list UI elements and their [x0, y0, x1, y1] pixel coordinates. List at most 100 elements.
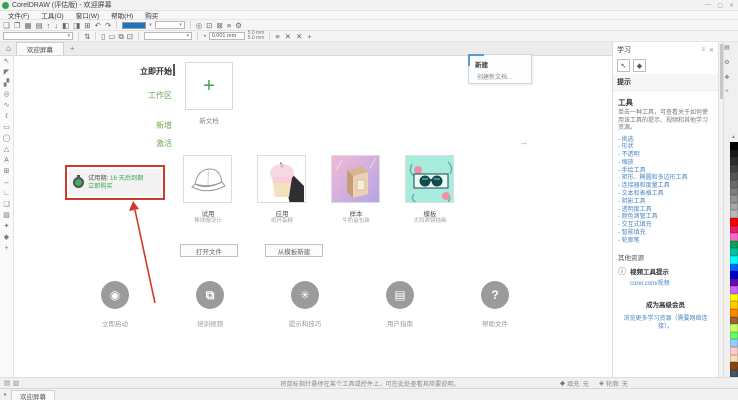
save-icon[interactable]: ▦ — [24, 21, 31, 30]
resource-icon[interactable]: ⧉ — [196, 281, 224, 309]
nav-get-started[interactable]: 立即开始 — [114, 66, 172, 77]
palette-swatch[interactable] — [730, 339, 738, 347]
palette-swatch[interactable] — [730, 157, 738, 165]
palette-swatch[interactable] — [730, 324, 738, 332]
palette-swatch[interactable] — [730, 218, 738, 226]
import-icon[interactable]: ↓ — [54, 21, 58, 30]
close-button[interactable]: ✕ — [729, 2, 734, 9]
zoom-tool-icon[interactable]: ◎ — [196, 21, 203, 30]
template-card-cap[interactable] — [183, 155, 232, 203]
docker-menu-icon[interactable]: ≡ — [701, 47, 705, 54]
text-tool[interactable]: A — [1, 157, 13, 165]
ellipse-tool[interactable]: ◯ — [1, 135, 13, 143]
status-icon[interactable]: ▤ — [4, 379, 10, 387]
nav-activate[interactable]: 激活 — [114, 138, 172, 149]
docker-add-icon[interactable]: + — [725, 89, 729, 95]
duplicate-y-value[interactable]: 5.0 mm — [248, 36, 265, 41]
palette-swatch[interactable] — [730, 347, 738, 355]
page-nav-icon[interactable]: ▸ — [0, 391, 11, 398]
pick-tool-icon[interactable]: ↖ — [617, 59, 630, 72]
template-card-carton[interactable] — [331, 155, 380, 203]
shape-tool[interactable]: ◤ — [1, 69, 13, 77]
crop-tool[interactable]: ▞ — [1, 80, 13, 88]
bottom-tab-welcome-screen[interactable]: 欢迎屏幕 — [11, 390, 55, 400]
docker-tool-link[interactable]: 轮廓笔 — [618, 238, 713, 246]
docker-tool-link[interactable]: 文本和表格工具 — [618, 191, 713, 199]
nudge-distance-field[interactable]: 0.001 mm — [209, 32, 245, 40]
dimension-tool[interactable]: ↔ — [1, 179, 13, 187]
eyedropper-icon[interactable]: ◆ — [633, 59, 646, 72]
palette-swatch[interactable] — [730, 286, 738, 294]
fill-color-swatch[interactable] — [122, 22, 146, 29]
palette-swatch[interactable] — [730, 203, 738, 211]
launch-icon[interactable]: ◉ 立即启动 — [80, 281, 150, 328]
pick-tool[interactable]: ↖ — [1, 58, 13, 66]
artistic-media-tool[interactable]: ℓ — [1, 113, 13, 121]
snap-off-icon[interactable]: ✕ — [285, 32, 291, 41]
docker-tab-settings-icon[interactable]: ⚙ — [724, 59, 729, 66]
docker-tool-link[interactable]: 连接器和度量工具 — [618, 183, 713, 191]
table-tool[interactable]: ⊞ — [1, 168, 13, 176]
constrain-icon[interactable]: ✕ — [296, 32, 302, 41]
new-document-card[interactable]: + — [185, 62, 233, 110]
palette-swatch[interactable] — [730, 241, 738, 249]
export-icon[interactable]: ↑ — [47, 21, 51, 30]
new-from-template-button[interactable]: 从模板新建 — [265, 244, 323, 257]
landscape-icon[interactable]: ▭ — [108, 32, 115, 41]
menu-item[interactable]: 工具(O) — [36, 10, 68, 20]
palette-swatch[interactable] — [730, 180, 738, 188]
redo-icon[interactable]: ↷ — [105, 21, 111, 30]
open-icon[interactable]: ❐ — [14, 21, 21, 30]
info-link[interactable]: corel.com/视频 — [630, 276, 670, 287]
palette-swatch[interactable] — [730, 172, 738, 180]
color-eyedropper-tool[interactable]: ✦ — [1, 223, 13, 231]
palette-swatch[interactable] — [730, 188, 738, 196]
settings-icon[interactable]: ⚙ — [235, 21, 242, 30]
drop-shadow-tool[interactable]: ❑ — [1, 201, 13, 209]
template-card-cupcake[interactable] — [257, 155, 306, 203]
carousel-next-icon[interactable]: → — [519, 137, 528, 147]
freehand-tool[interactable]: ∿ — [1, 102, 13, 110]
palette-scroll-up-icon[interactable]: ▲ — [731, 134, 736, 140]
palette-swatch[interactable] — [730, 294, 738, 302]
interactive-fill-tool[interactable]: ◆ — [1, 234, 13, 242]
current-page-icon[interactable]: ⊡ — [127, 32, 133, 41]
palette-swatch[interactable] — [730, 355, 738, 363]
grid-icon[interactable]: ⊠ — [217, 21, 223, 30]
palette-swatch[interactable] — [730, 317, 738, 325]
palette-swatch[interactable] — [730, 332, 738, 340]
palette-swatch[interactable] — [730, 226, 738, 234]
copy-icon[interactable]: ◨ — [73, 21, 80, 30]
palette-swatch[interactable] — [730, 248, 738, 256]
new-tab-button[interactable]: + — [64, 44, 81, 55]
minimize-button[interactable]: — — [705, 2, 711, 9]
palette-swatch[interactable] — [730, 165, 738, 173]
paste-icon[interactable]: ⊞ — [84, 21, 90, 30]
resource-icon[interactable]: ✳ — [291, 281, 319, 309]
add-property-icon[interactable]: + — [307, 32, 311, 41]
docker-tool-link[interactable]: 形状 — [618, 144, 713, 152]
palette-swatch[interactable] — [730, 142, 738, 150]
member-link[interactable]: 浏览更多学习资源（需要网络连接）。 — [613, 311, 718, 335]
palette-swatch[interactable] — [730, 362, 738, 370]
page-layout-icon[interactable]: ⇅ — [84, 32, 90, 41]
print-icon[interactable]: ▤ — [36, 21, 43, 30]
help-files-icon[interactable]: ? 帮助文件 — [460, 281, 530, 328]
menu-item[interactable]: 窗口(W) — [71, 10, 104, 20]
palette-swatch[interactable] — [730, 195, 738, 203]
nav-whats-new[interactable]: 新增 — [114, 120, 172, 131]
portrait-icon[interactable]: ▯ — [101, 32, 105, 41]
cut-icon[interactable]: ◧ — [62, 21, 69, 30]
status-icon[interactable]: ▥ — [13, 379, 19, 387]
docker-tool-link[interactable]: 阴影工具 — [618, 199, 713, 207]
palette-swatch[interactable] — [730, 210, 738, 218]
user-guide-icon[interactable]: ▤ 用户指南 — [365, 281, 435, 328]
rectangle-tool[interactable]: ▭ — [1, 124, 13, 132]
zoom-level-combo[interactable]: ▾ — [155, 21, 185, 29]
template-card-glasses[interactable] — [405, 155, 454, 203]
undo-icon[interactable]: ↶ — [95, 21, 101, 30]
polygon-tool[interactable]: △ — [1, 146, 13, 154]
training-videos-icon[interactable]: ⧉ 培训视频 — [175, 281, 245, 328]
palette-swatch[interactable] — [730, 256, 738, 264]
more-tools[interactable]: + — [1, 245, 13, 253]
